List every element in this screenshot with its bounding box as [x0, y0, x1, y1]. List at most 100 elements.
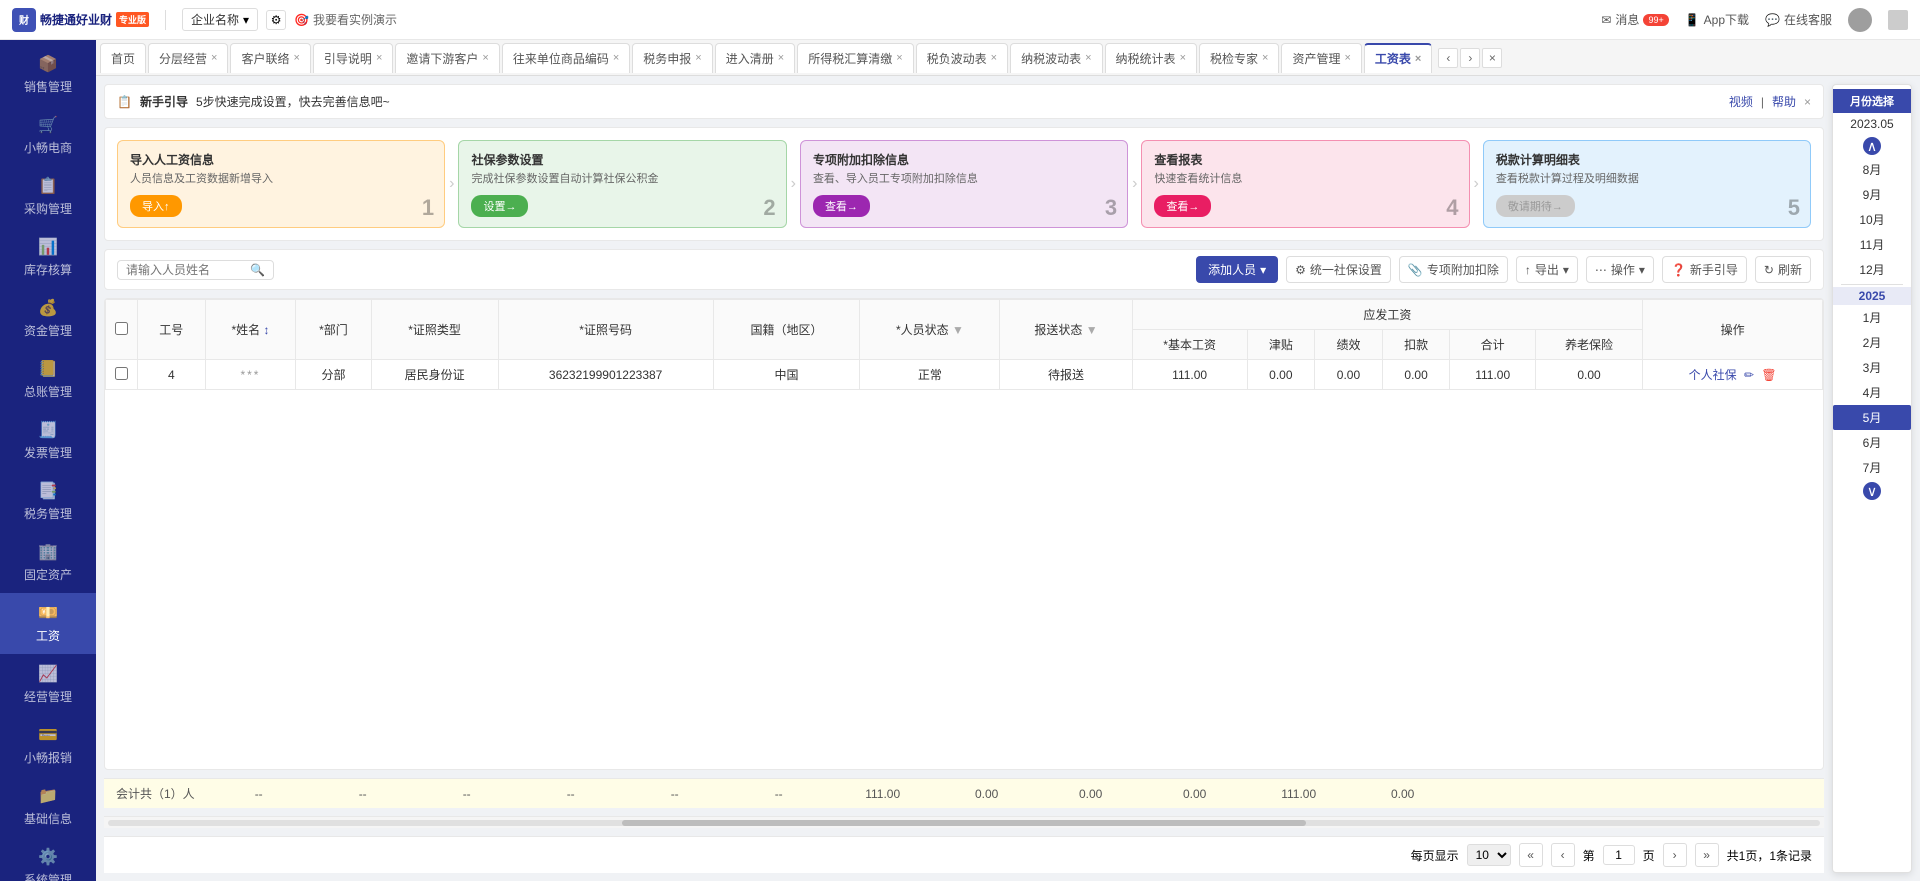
month-item-2025-2[interactable]: 2月	[1833, 330, 1911, 355]
special-deduct-btn[interactable]: 📎 专项附加扣除	[1399, 256, 1508, 283]
select-all-checkbox[interactable]	[115, 322, 128, 335]
tab-tax-expert[interactable]: 税检专家 ×	[1199, 43, 1279, 73]
tab-wage[interactable]: 工资表 ×	[1364, 43, 1432, 73]
tab-home-label: 首页	[111, 50, 135, 67]
month-item-10[interactable]: 10月	[1833, 207, 1911, 232]
tab-next-btn[interactable]: ›	[1460, 48, 1480, 68]
export-btn[interactable]: ↑ 导出 ▾	[1516, 256, 1578, 283]
tab-guide[interactable]: 引导说明 ×	[313, 43, 393, 73]
sidebar-item-finance[interactable]: 💰 资金管理	[0, 288, 96, 349]
next-page-btn[interactable]: ›	[1663, 843, 1687, 867]
tab-invite-close[interactable]: ×	[482, 52, 488, 64]
message-btn[interactable]: ✉ 消息 99+	[1601, 11, 1668, 28]
tab-tax-exempt-close[interactable]: ×	[991, 52, 997, 64]
new-guide-btn[interactable]: ❓ 新手引导	[1662, 256, 1747, 283]
tab-tax-stat[interactable]: 纳税波动表 ×	[1010, 43, 1102, 73]
step4-btn[interactable]: 查看→	[1154, 195, 1211, 217]
tab-tax-stat2-close[interactable]: ×	[1180, 52, 1186, 64]
month-item-2025-3[interactable]: 3月	[1833, 355, 1911, 380]
month-item-2025-1[interactable]: 1月	[1833, 305, 1911, 330]
th-name: *姓名 ↕	[205, 300, 296, 360]
month-item-8[interactable]: 8月	[1833, 157, 1911, 182]
month-item-9[interactable]: 9月	[1833, 182, 1911, 207]
last-page-btn[interactable]: »	[1695, 843, 1719, 867]
guide-video-btn[interactable]: 视频	[1729, 93, 1753, 110]
tab-fenzen[interactable]: 分层经营 ×	[148, 43, 228, 73]
tab-guide-close[interactable]: ×	[376, 52, 382, 64]
tab-invite[interactable]: 邀请下游客户 ×	[395, 43, 499, 73]
sidebar-item-ecommerce[interactable]: 🛒 小畅电商	[0, 105, 96, 166]
app-download-btn[interactable]: 📱 App下载	[1685, 11, 1749, 28]
sidebar-item-sales[interactable]: 📦 销售管理	[0, 44, 96, 105]
sidebar-item-purchase[interactable]: 📋 采购管理	[0, 166, 96, 227]
sidebar-item-invoice[interactable]: 🧾 发票管理	[0, 410, 96, 471]
edit-icon[interactable]: ✏	[1744, 368, 1754, 382]
month-item-2025-5[interactable]: 5月	[1833, 405, 1911, 430]
tab-customer-close[interactable]: ×	[293, 52, 299, 64]
add-employee-btn[interactable]: 添加人员 ▾	[1196, 256, 1278, 283]
tab-asset-close[interactable]: ×	[1344, 52, 1350, 64]
demo-btn[interactable]: 🎯 我要看实例演示	[294, 11, 397, 28]
tab-fenzen-close[interactable]: ×	[211, 52, 217, 64]
tab-tax-report-close[interactable]: ×	[695, 52, 701, 64]
sidebar-item-fixed[interactable]: 🏢 固定资产	[0, 532, 96, 593]
sidebar-item-inventory[interactable]: 📊 库存核算	[0, 227, 96, 288]
step2-btn[interactable]: 设置→	[471, 195, 528, 217]
tab-tax-exempt[interactable]: 税负波动表 ×	[916, 43, 1008, 73]
picker-down-btn[interactable]: ∨	[1863, 482, 1881, 500]
tab-clear[interactable]: 进入清册 ×	[715, 43, 795, 73]
month-item-12[interactable]: 12月	[1833, 257, 1911, 282]
row-checkbox[interactable]	[115, 367, 128, 380]
tab-customer[interactable]: 客户联络 ×	[230, 43, 310, 73]
sidebar-item-wage[interactable]: 💴 工资	[0, 593, 96, 654]
scrollbar-thumb[interactable]	[622, 820, 1307, 826]
tab-prev-btn[interactable]: ‹	[1438, 48, 1458, 68]
avatar[interactable]	[1848, 8, 1872, 32]
tab-close-all-btn[interactable]: ×	[1482, 48, 1502, 68]
first-page-btn[interactable]: «	[1519, 843, 1543, 867]
settings-icon[interactable]: ⚙	[266, 10, 286, 30]
invoice-icon: 🧾	[38, 420, 58, 440]
sidebar-item-tax[interactable]: 📑 税务管理	[0, 471, 96, 532]
tab-tax-calc[interactable]: 所得税汇算清缴 ×	[797, 43, 913, 73]
tab-asset[interactable]: 资产管理 ×	[1281, 43, 1361, 73]
step1-btn[interactable]: 导入↑	[130, 195, 182, 217]
tab-wage-close[interactable]: ×	[1415, 53, 1421, 65]
month-item-2025-6[interactable]: 6月	[1833, 430, 1911, 455]
online-service-btn[interactable]: 💬 在线客服	[1765, 11, 1832, 28]
guide-close-icon[interactable]: ×	[1804, 95, 1811, 109]
tab-tax-stat2[interactable]: 纳税统计表 ×	[1105, 43, 1197, 73]
action-btn[interactable]: ⋯ 操作 ▾	[1586, 256, 1654, 283]
unified-social-btn[interactable]: ⚙ 统一社保设置	[1286, 256, 1391, 283]
step3-btn[interactable]: 查看→	[813, 195, 870, 217]
month-item-2025-7[interactable]: 7月	[1833, 455, 1911, 480]
per-page-select[interactable]: 10 20 50	[1467, 844, 1511, 866]
guide-help-btn[interactable]: 帮助	[1772, 93, 1796, 110]
tab-goods-code[interactable]: 往来单位商品编码 ×	[502, 43, 630, 73]
sidebar-item-expense[interactable]: 💳 小畅报销	[0, 715, 96, 776]
search-input[interactable]	[126, 263, 246, 277]
search-icon[interactable]: 🔍	[250, 263, 265, 277]
tab-tax-stat-close[interactable]: ×	[1085, 52, 1091, 64]
refresh-btn[interactable]: ↻ 刷新	[1755, 256, 1811, 283]
tab-tax-calc-close[interactable]: ×	[896, 52, 902, 64]
month-item-11[interactable]: 11月	[1833, 232, 1911, 257]
edit-personal-insurance-btn[interactable]: 个人社保	[1689, 368, 1737, 382]
company-selector[interactable]: 企业名称 ▾	[182, 8, 258, 31]
user-menu[interactable]	[1888, 10, 1908, 30]
delete-icon[interactable]: 🗑	[1761, 368, 1776, 382]
sidebar-item-ledger[interactable]: 📒 总账管理	[0, 349, 96, 410]
tab-goods-close[interactable]: ×	[613, 52, 619, 64]
tab-tax-report[interactable]: 税务申报 ×	[632, 43, 712, 73]
page-input[interactable]	[1603, 845, 1635, 865]
sidebar-item-ops[interactable]: 📈 经营管理	[0, 654, 96, 715]
month-item-2025-4[interactable]: 4月	[1833, 380, 1911, 405]
sidebar-item-basic[interactable]: 📁 基础信息	[0, 776, 96, 837]
sidebar-item-system[interactable]: ⚙️ 系统管理	[0, 837, 96, 881]
picker-up-btn[interactable]: ∧	[1863, 137, 1881, 155]
tab-tax-expert-close[interactable]: ×	[1262, 52, 1268, 64]
tab-home[interactable]: 首页	[100, 43, 146, 73]
tab-clear-close[interactable]: ×	[778, 52, 784, 64]
prev-page-btn[interactable]: ‹	[1551, 843, 1575, 867]
horizontal-scrollbar[interactable]	[104, 816, 1824, 828]
